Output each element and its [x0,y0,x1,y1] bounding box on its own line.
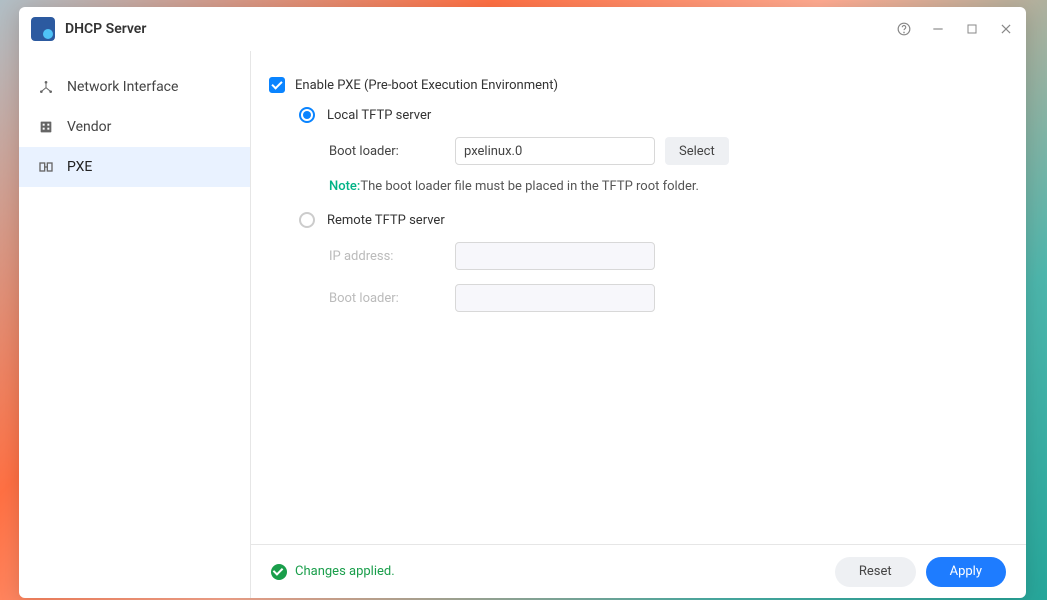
remote-boot-loader-label: Boot loader: [329,291,455,306]
ip-address-row: IP address: [329,242,1006,270]
maximize-icon[interactable] [964,21,980,37]
remote-boot-loader-input [455,284,655,312]
titlebar: DHCP Server [19,7,1026,51]
apply-button[interactable]: Apply [926,557,1006,587]
note-prefix: Note: [329,179,360,194]
status: Changes applied. [271,564,825,580]
pxe-icon [37,158,55,176]
remote-tftp-radio[interactable] [299,212,315,228]
success-icon [271,564,287,580]
note-text: The boot loader file must be placed in t… [360,179,699,194]
ip-address-label: IP address: [329,249,455,264]
minimize-icon[interactable] [930,21,946,37]
remote-tftp-label: Remote TFTP server [327,213,445,228]
sidebar: Network Interface Vendor PXE [19,51,251,598]
sidebar-item-network-interface[interactable]: Network Interface [19,67,250,107]
content: Enable PXE (Pre-boot Execution Environme… [251,51,1026,544]
sidebar-item-label: Vendor [67,119,111,135]
enable-pxe-checkbox[interactable] [269,77,285,93]
window-body: Network Interface Vendor PXE Enable PXE … [19,51,1026,598]
building-icon [37,118,55,136]
sidebar-item-vendor[interactable]: Vendor [19,107,250,147]
main-panel: Enable PXE (Pre-boot Execution Environme… [251,51,1026,598]
app-icon [31,17,55,41]
reset-button[interactable]: Reset [835,557,916,587]
window-title: DHCP Server [65,21,896,37]
local-tftp-row: Local TFTP server [299,107,1006,123]
boot-loader-input[interactable] [455,137,655,165]
sidebar-item-label: PXE [67,159,92,175]
local-tftp-radio[interactable] [299,107,315,123]
network-icon [37,78,55,96]
note-row: Note: The boot loader file must be place… [329,179,1006,194]
enable-pxe-row: Enable PXE (Pre-boot Execution Environme… [269,77,1006,93]
close-icon[interactable] [998,21,1014,37]
ip-address-input [455,242,655,270]
sidebar-item-pxe[interactable]: PXE [19,147,250,187]
help-icon[interactable] [896,21,912,37]
boot-loader-label: Boot loader: [329,144,455,159]
enable-pxe-label: Enable PXE (Pre-boot Execution Environme… [295,78,558,93]
footer: Changes applied. Reset Apply [251,544,1026,598]
select-button[interactable]: Select [665,137,729,165]
app-window: DHCP Server Network Interface Vendor PXE [19,7,1026,598]
boot-loader-row: Boot loader: Select [329,137,1006,165]
sidebar-item-label: Network Interface [67,79,178,95]
status-text: Changes applied. [295,564,395,579]
remote-boot-loader-row: Boot loader: [329,284,1006,312]
remote-tftp-row: Remote TFTP server [299,212,1006,228]
local-tftp-label: Local TFTP server [327,108,431,123]
window-controls [896,21,1014,37]
